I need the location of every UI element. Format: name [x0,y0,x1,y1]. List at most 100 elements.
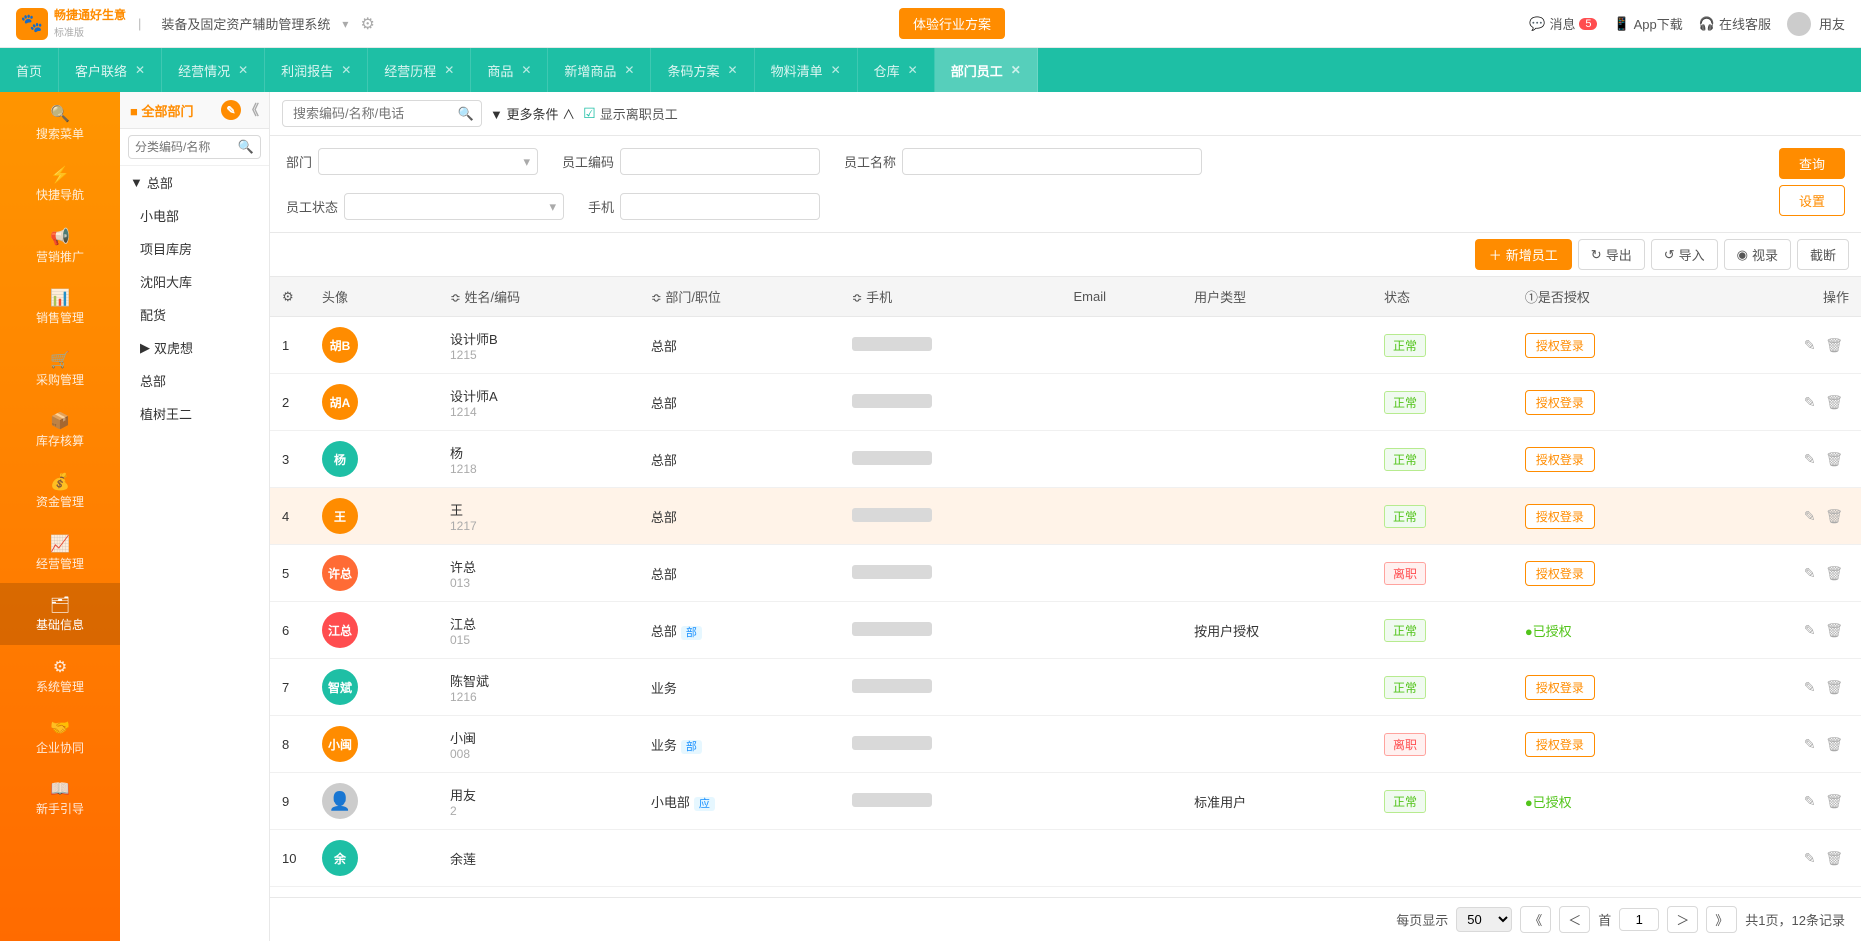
import-button[interactable]: ↺ 导入 [1651,239,1718,270]
add-employee-button[interactable]: ＋ 新增员工 [1475,239,1572,270]
close-icon[interactable]: ✕ [908,63,918,77]
search-input[interactable] [282,100,482,127]
delete-icon[interactable]: 🗑 [1825,850,1843,866]
auth-button[interactable]: 授权登录 [1525,504,1595,529]
delete-icon[interactable]: 🗑 [1825,679,1843,695]
filter-phone-input[interactable] [620,193,820,220]
page-number-input[interactable] [1619,908,1659,931]
prev-page-btn[interactable]: ＜ [1559,906,1590,933]
filter-name-input[interactable] [902,148,1202,175]
dept-add-btn[interactable]: ✎ [221,100,241,120]
auth-button[interactable]: 授权登录 [1525,390,1595,415]
sidebar-item-sysadmin[interactable]: ⚙ 系统管理 [0,645,120,706]
close-icon[interactable]: ✕ [1011,63,1021,77]
view-button[interactable]: ◉ 视录 [1724,239,1791,270]
sidebar-item-marketing[interactable]: 📢 营销推广 [0,215,120,276]
sidebar-item-search[interactable]: 🔍 搜索菜单 [0,92,120,153]
tab-barcode[interactable]: 条码方案✕ [651,48,754,92]
edit-icon[interactable]: ✎ [1804,679,1816,695]
tab-goods[interactable]: 商品✕ [471,48,548,92]
sidebar-item-sales[interactable]: 📊 销售管理 [0,276,120,337]
close-icon[interactable]: ✕ [341,63,351,77]
tab-new-goods[interactable]: 新增商品✕ [548,48,651,92]
sidebar-item-finance[interactable]: 💰 资金管理 [0,460,120,521]
filter-status-select[interactable] [344,193,564,220]
set-button[interactable]: 设置 [1779,185,1845,216]
delete-icon[interactable]: 🗑 [1825,736,1843,752]
edit-icon[interactable]: ✎ [1804,451,1816,467]
first-page-btn[interactable]: 《 [1520,906,1551,933]
edit-icon[interactable]: ✎ [1804,850,1816,866]
dept-search-input[interactable] [135,140,234,154]
col-settings[interactable]: ⚙ [270,277,310,317]
trial-button[interactable]: 体验行业方案 [899,8,1005,39]
next-page-btn[interactable]: ＞ [1667,906,1698,933]
tab-bom[interactable]: 物料清单✕ [755,48,858,92]
close-icon[interactable]: ✕ [521,63,531,77]
col-dept[interactable]: ≎ 部门/职位 [639,277,840,317]
close-icon[interactable]: ✕ [624,63,634,77]
auth-button[interactable]: 授权登录 [1525,333,1595,358]
dept-item-zongbu[interactable]: 总部 [120,364,269,397]
auth-button[interactable]: 授权登录 [1525,447,1595,472]
delete-icon[interactable]: 🗑 [1825,337,1843,353]
show-resigned-toggle[interactable]: ☑ 显示离职员工 [583,104,678,123]
per-page-select[interactable]: 50 100 200 [1456,907,1512,932]
delete-icon[interactable]: 🗑 [1825,451,1843,467]
edit-icon[interactable]: ✎ [1804,736,1816,752]
more-button[interactable]: 截断 [1797,239,1849,270]
dept-collapse-btn[interactable]: 《 [245,100,259,120]
sidebar-item-bizman[interactable]: 📈 经营管理 [0,522,120,583]
tab-profit[interactable]: 利润报告✕ [265,48,368,92]
dept-item-xiangmu[interactable]: 项目库房 [120,232,269,265]
dept-item-shuanghu[interactable]: ▶ 双虎想 [120,331,269,364]
user-item[interactable]: 用友 [1787,12,1845,36]
sidebar-item-basicinfo[interactable]: 🗂 基础信息 [0,583,120,644]
sidebar-item-purchase[interactable]: 🛒 采购管理 [0,338,120,399]
delete-icon[interactable]: 🗑 [1825,622,1843,638]
sidebar-item-quicknav[interactable]: ⚡ 快捷导航 [0,153,120,214]
dept-item-peihuo[interactable]: 配货 [120,298,269,331]
tab-history[interactable]: 经营历程✕ [368,48,471,92]
close-icon[interactable]: ✕ [135,63,145,77]
dept-item-root[interactable]: ▼ 总部 [120,166,269,199]
tab-employees[interactable]: 部门员工✕ [935,48,1038,92]
app-download-item[interactable]: 📱 App下载 [1613,14,1682,33]
tab-customer[interactable]: 客户联络✕ [59,48,162,92]
sidebar-item-guide[interactable]: 📖 新手引导 [0,767,120,828]
delete-icon[interactable]: 🗑 [1825,793,1843,809]
edit-icon[interactable]: ✎ [1804,508,1816,524]
dept-item-shenyang[interactable]: 沈阳大库 [120,265,269,298]
delete-icon[interactable]: 🗑 [1825,508,1843,524]
auth-button[interactable]: 授权登录 [1525,561,1595,586]
edit-icon[interactable]: ✎ [1804,793,1816,809]
edit-icon[interactable]: ✎ [1804,394,1816,410]
col-phone[interactable]: ≎ 手机 [840,277,1062,317]
filter-code-input[interactable] [620,148,820,175]
delete-icon[interactable]: 🗑 [1825,565,1843,581]
col-name[interactable]: ≎ 姓名/编码 [438,277,639,317]
sidebar-item-inventory[interactable]: 📦 库存核算 [0,399,120,460]
close-icon[interactable]: ✕ [728,63,738,77]
more-filter-btn[interactable]: ▼ 更多条件 ∧ [490,104,575,123]
message-item[interactable]: 💬 消息 5 [1529,14,1597,33]
settings-icon[interactable]: ⚙ [360,14,374,34]
auth-button[interactable]: 授权登录 [1525,732,1595,757]
filter-dept-select[interactable] [318,148,538,175]
close-icon[interactable]: ✕ [831,63,841,77]
query-button[interactable]: 查询 [1779,148,1845,179]
edit-icon[interactable]: ✎ [1804,622,1816,638]
tab-warehouse[interactable]: 仓库✕ [858,48,935,92]
close-icon[interactable]: ✕ [238,63,248,77]
export-button[interactable]: ↻ 导出 [1578,239,1645,270]
system-title-dropdown[interactable]: ▾ [342,17,348,31]
last-page-btn[interactable]: 》 [1706,906,1737,933]
tab-operation[interactable]: 经营情况✕ [162,48,265,92]
delete-icon[interactable]: 🗑 [1825,394,1843,410]
sidebar-item-collab[interactable]: 🤝 企业协同 [0,706,120,767]
close-icon[interactable]: ✕ [444,63,454,77]
dept-item-zhishu[interactable]: 植树王二 [120,397,269,430]
tab-home[interactable]: 首页 [0,48,59,92]
dept-item-xiaodianbu[interactable]: 小电部 [120,199,269,232]
edit-icon[interactable]: ✎ [1804,565,1816,581]
